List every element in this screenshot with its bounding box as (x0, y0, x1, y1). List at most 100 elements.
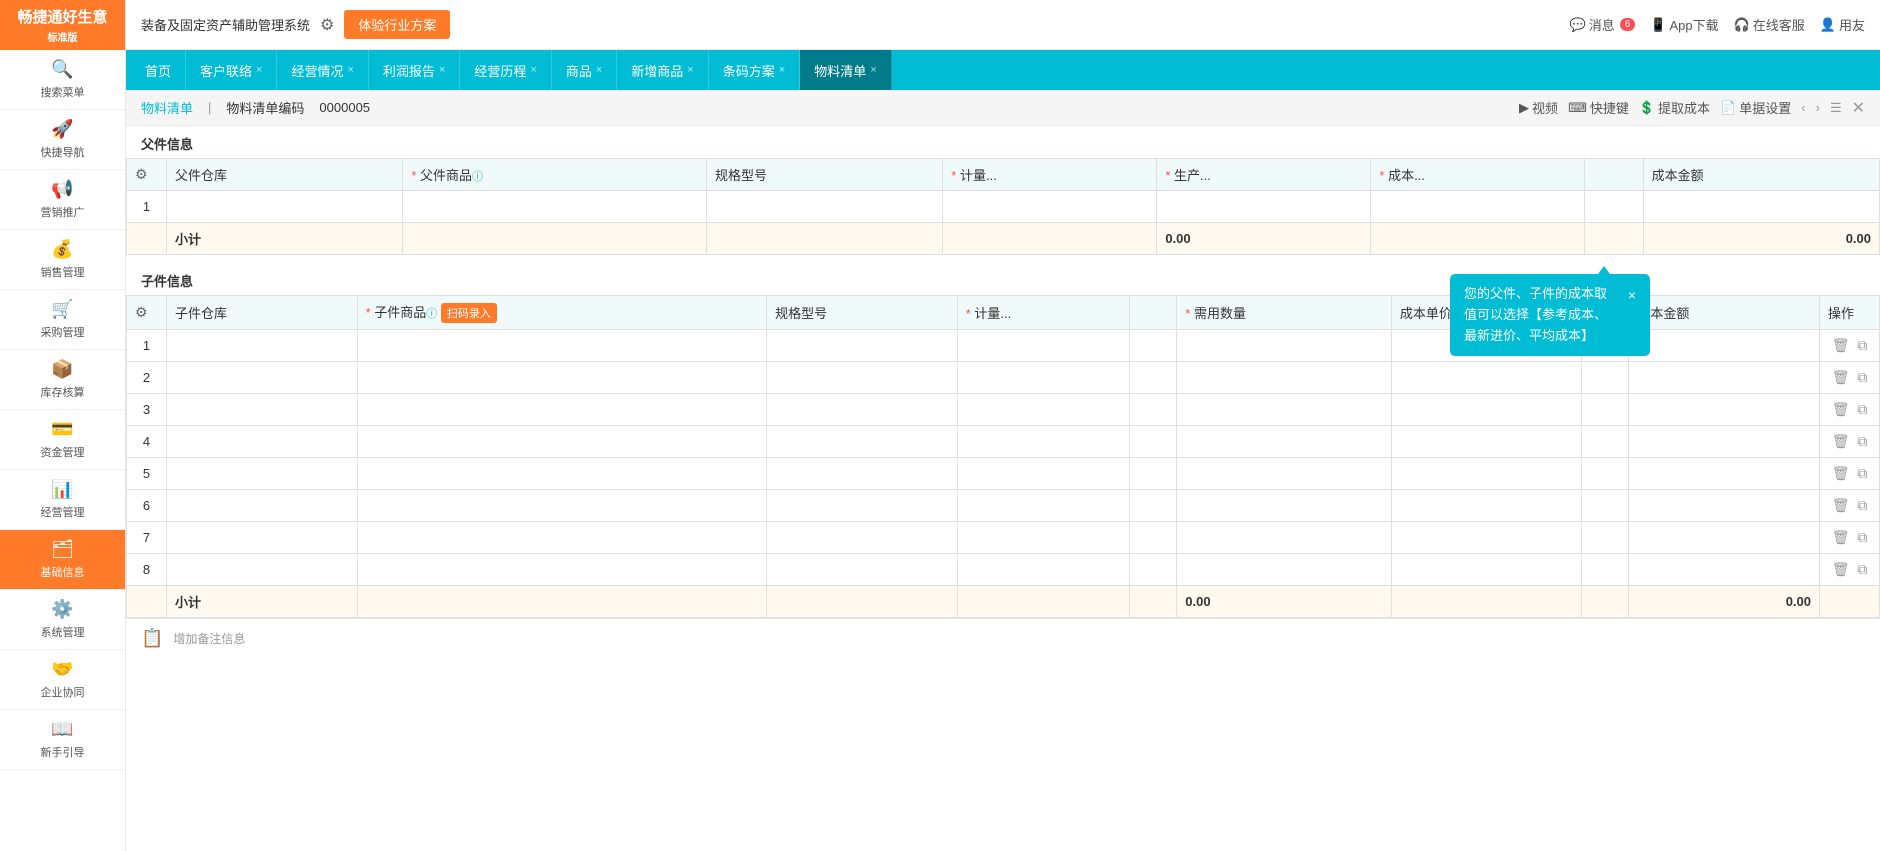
child-row-1-product[interactable] (357, 330, 767, 362)
parent-row-1-unit[interactable] (943, 191, 1157, 223)
delete-icon-row-3[interactable]: 🗑 (1832, 401, 1850, 417)
sidebar-item-system[interactable]: ⚙️ 系统管理 (0, 590, 125, 650)
child-row-8-warehouse[interactable] (167, 554, 358, 586)
child-row-2-spec[interactable] (767, 362, 958, 394)
child-row-1-warehouse[interactable] (167, 330, 358, 362)
child-row-6-warehouse[interactable] (167, 490, 358, 522)
child-row-5-unitcost[interactable] (1391, 458, 1582, 490)
breadcrumb-close-icon[interactable]: ✕ (1852, 98, 1865, 118)
child-row-3-spec[interactable] (767, 394, 958, 426)
child-row-2-unit[interactable] (957, 362, 1130, 394)
delete-icon-row-4[interactable]: 🗑 (1832, 433, 1850, 449)
copy-icon-row-1[interactable]: ⧉ (1857, 337, 1867, 353)
sidebar-item-quick-nav[interactable]: 🚀 快捷导航 (0, 110, 125, 170)
parent-row-1-spec[interactable] (706, 191, 942, 223)
child-row-5-warehouse[interactable] (167, 458, 358, 490)
child-row-8-unitcost[interactable] (1391, 554, 1582, 586)
tooltip-close-icon[interactable]: × (1628, 284, 1636, 306)
sidebar-item-basic[interactable]: 🗂 基础信息 (0, 530, 125, 590)
trial-button[interactable]: 体验行业方案 (344, 10, 450, 39)
child-row-3-unitcost[interactable] (1391, 394, 1582, 426)
delete-icon-row-1[interactable]: 🗑 (1832, 337, 1850, 353)
breadcrumb-current[interactable]: 物料清单 (141, 98, 193, 117)
child-row-6-amount[interactable] (1629, 490, 1820, 522)
copy-icon-row-7[interactable]: ⧉ (1857, 529, 1867, 545)
settings-icon[interactable]: ⚙ (320, 15, 334, 35)
child-row-2-amount[interactable] (1629, 362, 1820, 394)
sidebar-item-marketing[interactable]: 📢 营销推广 (0, 170, 125, 230)
shortcut-action[interactable]: ⌨ 快捷键 (1568, 98, 1629, 117)
child-row-5-unit[interactable] (957, 458, 1130, 490)
tab-close-bom[interactable]: × (870, 64, 876, 76)
copy-icon-row-4[interactable]: ⧉ (1857, 433, 1867, 449)
child-row-8-spec[interactable] (767, 554, 958, 586)
tab-barcode[interactable]: 条码方案 × (709, 50, 800, 90)
child-row-6-unit[interactable] (957, 490, 1130, 522)
child-row-3-unit[interactable] (957, 394, 1130, 426)
delete-icon-row-8[interactable]: 🗑 (1832, 561, 1850, 577)
parent-row-1-prod[interactable] (1157, 191, 1371, 223)
tab-business[interactable]: 经营情况 × (277, 50, 368, 90)
child-row-6-spec[interactable] (767, 490, 958, 522)
child-row-7-product[interactable] (357, 522, 767, 554)
child-row-3-qty[interactable] (1177, 394, 1392, 426)
tab-home[interactable]: 首页 (131, 50, 186, 90)
message-action[interactable]: 💬 消息 6 (1570, 15, 1636, 34)
scan-badge[interactable]: 扫码录入 (441, 303, 497, 323)
delete-icon-row-2[interactable]: 🗑 (1832, 369, 1850, 385)
tab-customer[interactable]: 客户联络 × (186, 50, 277, 90)
app-action[interactable]: 📱 App下载 (1650, 15, 1718, 34)
child-row-1-qty[interactable] (1177, 330, 1392, 362)
video-action[interactable]: ▶ 视频 (1519, 98, 1558, 117)
parent-row-1-cost[interactable] (1371, 191, 1585, 223)
child-row-1-spec[interactable] (767, 330, 958, 362)
child-row-8-product[interactable] (357, 554, 767, 586)
child-row-2-warehouse[interactable] (167, 362, 358, 394)
child-row-3-product[interactable] (357, 394, 767, 426)
copy-icon-row-8[interactable]: ⧉ (1857, 561, 1867, 577)
user-action[interactable]: 👤 用友 (1820, 15, 1865, 34)
child-settings-icon[interactable]: ⚙ (135, 304, 148, 320)
tab-close-new-product[interactable]: × (687, 64, 693, 76)
sidebar-item-guide[interactable]: 📖 新手引导 (0, 710, 125, 770)
child-row-5-amount[interactable] (1629, 458, 1820, 490)
tab-profit[interactable]: 利润报告 × (369, 50, 460, 90)
sidebar-item-search[interactable]: 🔍 搜索菜单 (0, 50, 125, 110)
child-row-3-amount[interactable] (1629, 394, 1820, 426)
sidebar-item-finance[interactable]: 💳 资金管理 (0, 410, 125, 470)
sidebar-item-operations[interactable]: 📊 经营管理 (0, 470, 125, 530)
tab-history[interactable]: 经营历程 × (460, 50, 551, 90)
child-row-4-unitcost[interactable] (1391, 426, 1582, 458)
sidebar-item-sales[interactable]: 💰 销售管理 (0, 230, 125, 290)
support-action[interactable]: 🎧 在线客服 (1734, 15, 1805, 34)
copy-icon-row-2[interactable]: ⧉ (1857, 369, 1867, 385)
child-row-4-spec[interactable] (767, 426, 958, 458)
nav-prev-icon[interactable]: ‹ (1801, 100, 1805, 115)
child-row-8-unit[interactable] (957, 554, 1130, 586)
child-row-4-amount[interactable] (1629, 426, 1820, 458)
child-row-3-warehouse[interactable] (167, 394, 358, 426)
child-row-4-unit[interactable] (957, 426, 1130, 458)
tab-close-history[interactable]: × (530, 64, 536, 76)
child-row-2-unitcost[interactable] (1391, 362, 1582, 394)
child-row-4-product[interactable] (357, 426, 767, 458)
copy-icon-row-3[interactable]: ⧉ (1857, 401, 1867, 417)
copy-icon-row-6[interactable]: ⧉ (1857, 497, 1867, 513)
child-row-7-warehouse[interactable] (167, 522, 358, 554)
child-row-7-qty[interactable] (1177, 522, 1392, 554)
child-row-8-amount[interactable] (1629, 554, 1820, 586)
tab-close-business[interactable]: × (347, 64, 353, 76)
parent-row-1-product[interactable] (403, 191, 707, 223)
tab-product[interactable]: 商品 × (552, 50, 617, 90)
tab-new-product[interactable]: 新增商品 × (617, 50, 708, 90)
child-row-5-product[interactable] (357, 458, 767, 490)
delete-icon-row-5[interactable]: 🗑 (1832, 465, 1850, 481)
tab-close-customer[interactable]: × (256, 64, 262, 76)
nav-menu-icon[interactable]: ☰ (1830, 100, 1842, 116)
parent-row-1-amount[interactable] (1643, 191, 1879, 223)
child-row-4-qty[interactable] (1177, 426, 1392, 458)
tab-close-product[interactable]: × (596, 64, 602, 76)
child-row-6-product[interactable] (357, 490, 767, 522)
cost-action[interactable]: 💲 提取成本 (1639, 98, 1710, 117)
child-row-6-unitcost[interactable] (1391, 490, 1582, 522)
